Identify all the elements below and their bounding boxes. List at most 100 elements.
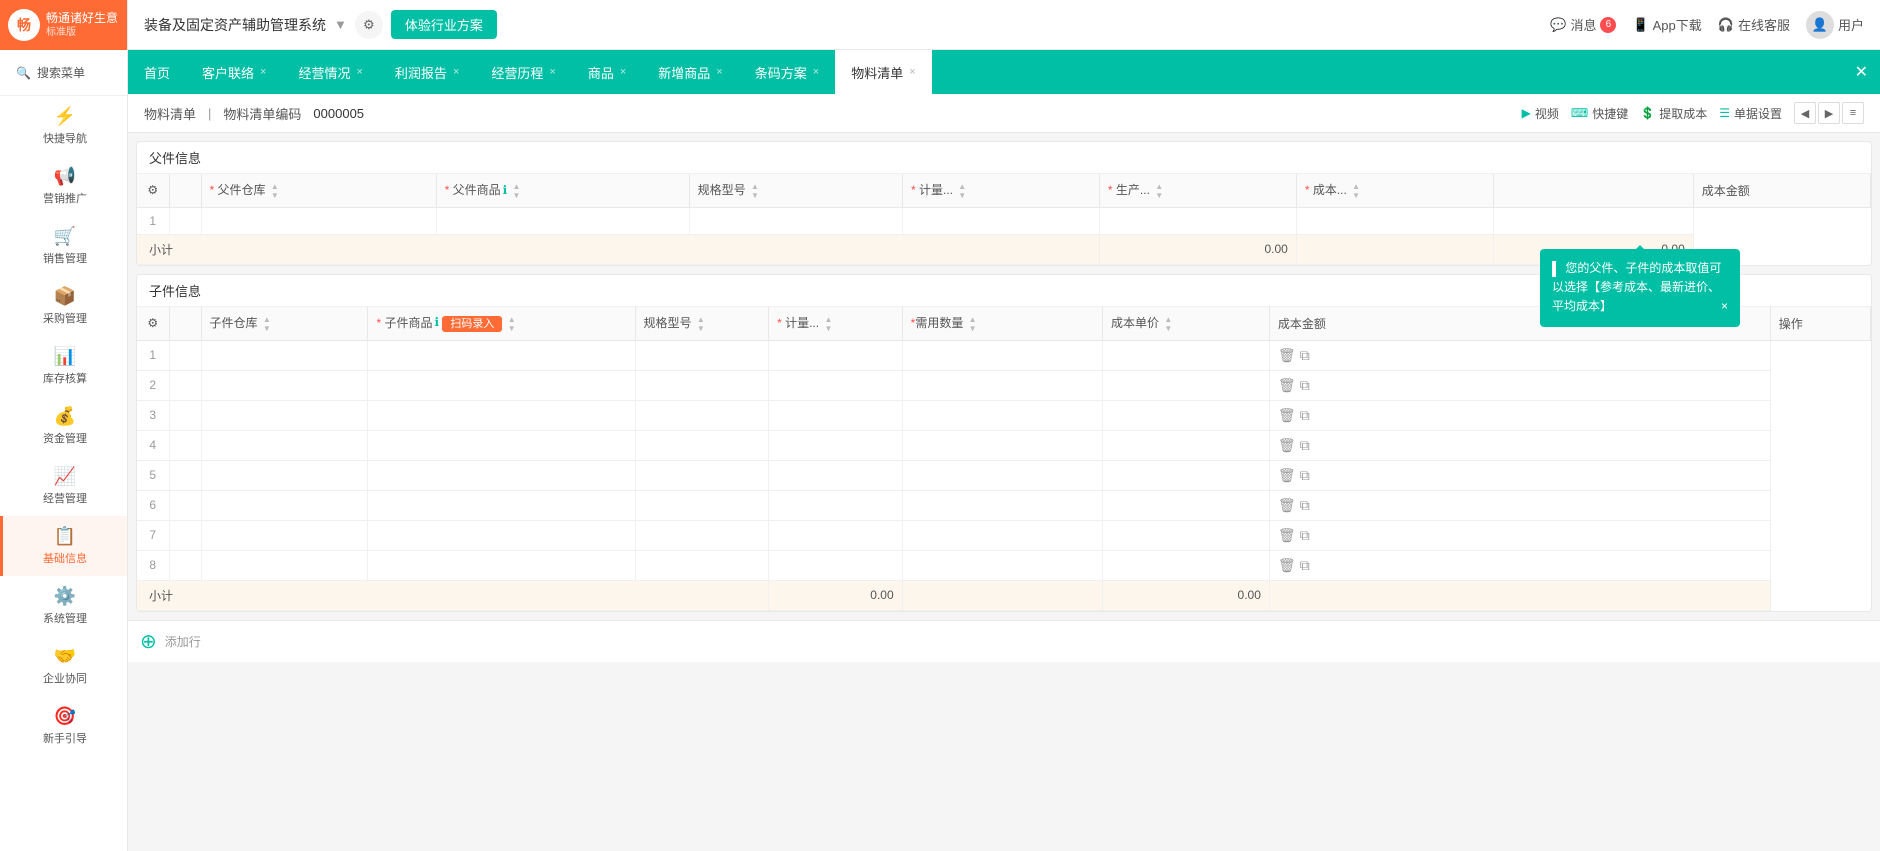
child-row-7-qty[interactable] (769, 520, 903, 550)
copy-row-4-icon[interactable]: ⧉ (1300, 437, 1310, 454)
copy-row-5-icon[interactable]: ⧉ (1300, 467, 1310, 484)
close-tab-customers[interactable]: × (260, 66, 266, 78)
copy-row-7-icon[interactable]: ⧉ (1300, 527, 1310, 544)
child-row-3-unit-cost[interactable] (902, 400, 1102, 430)
child-row-8-unit-cost[interactable] (902, 550, 1102, 580)
copy-row-8-icon[interactable]: ⧉ (1300, 557, 1310, 574)
delete-row-5-icon[interactable]: 🗑 (1278, 467, 1296, 484)
close-tab-goods[interactable]: × (620, 66, 626, 78)
child-row-2-qty[interactable] (769, 370, 903, 400)
sidebar-item-marketing[interactable]: 📢 营销推广 (0, 156, 127, 216)
child-row-2-warehouse[interactable] (169, 370, 201, 400)
child-row-8-spec[interactable] (368, 550, 635, 580)
child-row-1-product[interactable] (201, 340, 368, 370)
user-button[interactable]: 👤 用户 (1806, 11, 1864, 39)
video-action[interactable]: ▶ 视频 (1522, 105, 1559, 122)
delete-row-6-icon[interactable]: 🗑 (1278, 497, 1296, 514)
child-row-2-unit[interactable] (635, 370, 769, 400)
close-tab-bom[interactable]: × (909, 66, 915, 78)
child-row-4-spec[interactable] (368, 430, 635, 460)
tab-bom[interactable]: 物料清单 × (835, 50, 931, 94)
parent-row-1-unit[interactable] (689, 207, 902, 234)
child-row-8-warehouse[interactable] (169, 550, 201, 580)
shortcut-action[interactable]: ⌨ 快捷键 (1571, 105, 1628, 122)
extract-cost-action[interactable]: 💲 提取成本 (1640, 105, 1707, 122)
close-all-tabs[interactable]: ✕ (1843, 62, 1880, 82)
child-row-7-warehouse[interactable] (169, 520, 201, 550)
tab-goods[interactable]: 商品 × (572, 50, 642, 94)
scan-button[interactable]: 扫码录入 (442, 316, 502, 332)
child-row-3-warehouse[interactable] (169, 400, 201, 430)
child-th-settings[interactable]: ⚙ (137, 307, 169, 340)
copy-row-6-icon[interactable]: ⧉ (1300, 497, 1310, 514)
app-download-button[interactable]: 📱 App下载 (1632, 15, 1701, 34)
child-row-7-unit[interactable] (635, 520, 769, 550)
child-row-8-qty[interactable] (769, 550, 903, 580)
messages-button[interactable]: 💬 消息 6 (1550, 15, 1616, 34)
child-row-4-unit-cost[interactable] (902, 430, 1102, 460)
search-menu-button[interactable]: 🔍 搜索菜单 (8, 58, 119, 87)
child-row-6-unit-cost[interactable] (902, 490, 1102, 520)
child-row-5-unit-cost[interactable] (902, 460, 1102, 490)
child-row-4-qty[interactable] (769, 430, 903, 460)
copy-row-3-icon[interactable]: ⧉ (1300, 407, 1310, 424)
parent-row-1-warehouse[interactable] (169, 207, 201, 234)
doc-settings-action[interactable]: ☰ 单据设置 (1719, 105, 1782, 122)
parent-row-1-product[interactable] (201, 207, 436, 234)
trial-button[interactable]: 体验行业方案 (391, 10, 497, 39)
add-row-label[interactable]: 添加行 (165, 633, 201, 650)
tab-profit-report[interactable]: 利润报告 × (379, 50, 475, 94)
child-row-3-qty[interactable] (769, 400, 903, 430)
parent-row-1-cost[interactable] (1099, 207, 1296, 234)
child-row-5-unit[interactable] (635, 460, 769, 490)
parent-row-1-spec[interactable] (436, 207, 689, 234)
tab-customers[interactable]: 客户联络 × (186, 50, 282, 94)
child-row-8-product[interactable] (201, 550, 368, 580)
sidebar-item-finance[interactable]: 💰 资金管理 (0, 396, 127, 456)
delete-row-1-icon[interactable]: 🗑 (1278, 347, 1296, 364)
child-row-1-qty[interactable] (769, 340, 903, 370)
tab-ops-history[interactable]: 经营历程 × (475, 50, 571, 94)
tab-new-goods[interactable]: 新增商品 × (642, 50, 738, 94)
close-tab-new-goods[interactable]: × (716, 66, 722, 78)
sidebar-item-operations[interactable]: 📈 经营管理 (0, 456, 127, 516)
child-row-7-product[interactable] (201, 520, 368, 550)
child-row-2-product[interactable] (201, 370, 368, 400)
child-row-4-product[interactable] (201, 430, 368, 460)
child-row-6-qty[interactable] (769, 490, 903, 520)
delete-row-8-icon[interactable]: 🗑 (1278, 557, 1296, 574)
tab-barcode[interactable]: 条码方案 × (739, 50, 835, 94)
child-row-3-spec[interactable] (368, 400, 635, 430)
sidebar-item-guide[interactable]: 🎯 新手引导 (0, 696, 127, 756)
child-row-5-warehouse[interactable] (169, 460, 201, 490)
child-row-1-spec[interactable] (368, 340, 635, 370)
child-row-5-qty[interactable] (769, 460, 903, 490)
sidebar-item-basic-info[interactable]: 📋 基础信息 (0, 516, 127, 576)
sidebar-item-quick-nav[interactable]: ⚡ 快捷导航 (0, 96, 127, 156)
breadcrumb-bom[interactable]: 物料清单 (144, 104, 196, 123)
sidebar-item-inventory[interactable]: 📊 库存核算 (0, 336, 127, 396)
tab-home[interactable]: 首页 (128, 50, 186, 94)
online-service-button[interactable]: 🎧 在线客服 (1718, 15, 1790, 34)
child-row-6-spec[interactable] (368, 490, 635, 520)
tab-operations-status[interactable]: 经营情况 × (282, 50, 378, 94)
prev-button[interactable]: ◀ (1794, 102, 1816, 124)
close-tab-ops-history[interactable]: × (549, 66, 555, 78)
delete-row-2-icon[interactable]: 🗑 (1278, 377, 1296, 394)
child-row-4-warehouse[interactable] (169, 430, 201, 460)
copy-row-1-icon[interactable]: ⧉ (1300, 347, 1310, 364)
settings-button[interactable]: ⚙ (355, 11, 383, 39)
sidebar-item-sales[interactable]: 🛒 销售管理 (0, 216, 127, 276)
sidebar-item-collaboration[interactable]: 🤝 企业协同 (0, 636, 127, 696)
menu-button[interactable]: ≡ (1842, 102, 1864, 124)
close-tab-barcode[interactable]: × (813, 66, 819, 78)
delete-row-7-icon[interactable]: 🗑 (1278, 527, 1296, 544)
child-row-6-warehouse[interactable] (169, 490, 201, 520)
child-row-1-warehouse[interactable] (169, 340, 201, 370)
child-row-5-product[interactable] (201, 460, 368, 490)
child-row-1-unit-cost[interactable] (902, 340, 1102, 370)
parent-th-settings[interactable]: ⚙ (137, 174, 169, 207)
child-row-5-spec[interactable] (368, 460, 635, 490)
copy-row-2-icon[interactable]: ⧉ (1300, 377, 1310, 394)
child-row-6-product[interactable] (201, 490, 368, 520)
